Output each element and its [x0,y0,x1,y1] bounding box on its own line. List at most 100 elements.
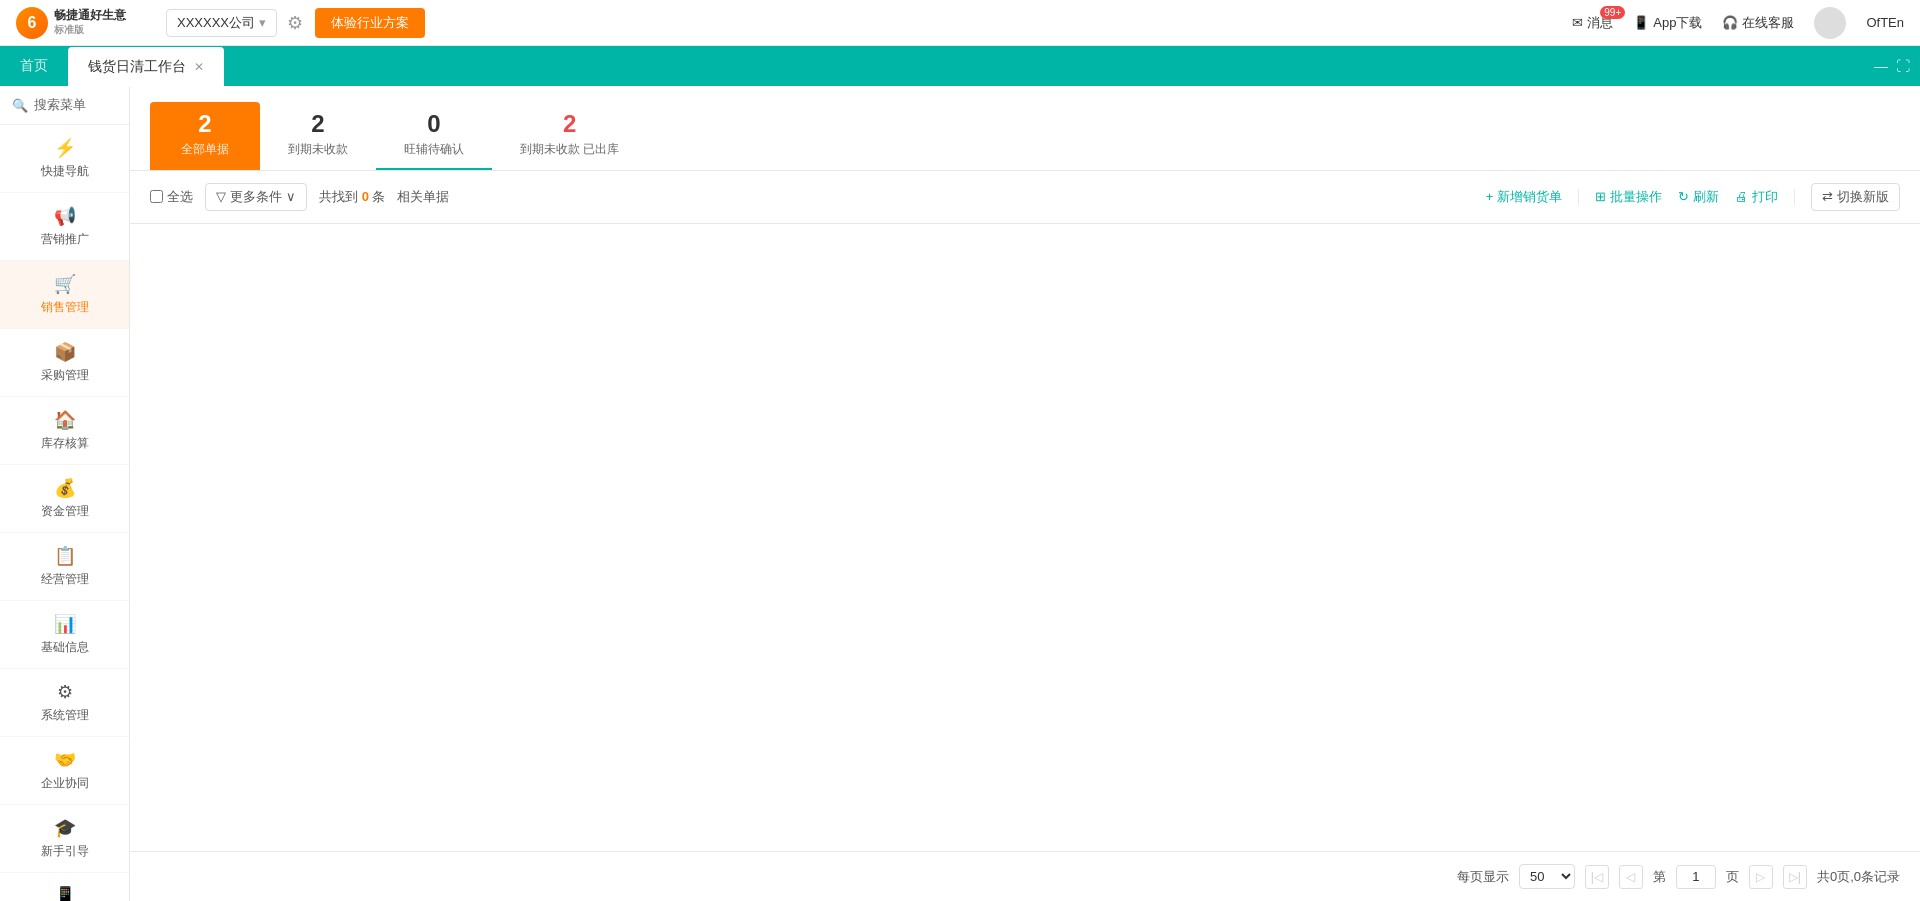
next-page-btn[interactable]: ▷ [1749,865,1773,889]
stats-tab-pending[interactable]: 0 旺辅待确认 [376,102,492,170]
stats-label-overdue: 到期未收款 [288,141,348,158]
select-all-label: 全选 [167,188,193,206]
refresh-label: 刷新 [1693,188,1719,206]
logo: 6 畅捷通好生意 标准版 [16,7,146,39]
headset-icon: 🎧 [1722,15,1738,30]
filter-chevron-icon: ∨ [286,189,296,204]
nav-right-controls: — ⛶ [1874,58,1920,74]
batch-icon: ⊞ [1595,189,1606,204]
print-btn[interactable]: 🖨 打印 [1735,188,1778,206]
last-page-btn[interactable]: ▷| [1783,865,1807,889]
stats-label-pending: 旺辅待确认 [404,141,464,158]
sidebar-item-enterprise[interactable]: 🤝 企业协同 [0,737,129,805]
select-all-checkbox[interactable]: 全选 [150,188,193,206]
table-area [130,224,1920,851]
inventory-icon: 🏠 [54,409,76,431]
company-name: XXXXXX公司 [177,14,255,32]
batch-btn[interactable]: ⊞ 批量操作 [1595,188,1662,206]
industry-btn[interactable]: 体验行业方案 [315,8,425,38]
stats-count-all: 2 [198,110,211,139]
sidebar-item-purchase[interactable]: 📦 采购管理 [0,329,129,397]
prev-page-btn[interactable]: ◁ [1619,865,1643,889]
toolbar-right: + 新增销货单 ⊞ 批量操作 ↻ 刷新 🖨 打印 ⇄ 切换新版 [1486,183,1900,211]
sidebar-item-quick-nav[interactable]: ⚡ 快捷导航 [0,125,129,193]
sidebar-item-guide[interactable]: 🎓 新手引导 [0,805,129,873]
tab-home[interactable]: 首页 [0,46,68,86]
stats-tab-all[interactable]: 2 全部单据 [150,102,260,170]
sidebar: 🔍 搜索菜单 ⚡ 快捷导航 📢 营销推广 🛒 销售管理 📦 采购管理 🏠 库存核… [0,86,130,901]
sidebar-search[interactable]: 🔍 搜索菜单 [0,86,129,125]
app-header: 6 畅捷通好生意 标准版 XXXXXX公司 ▾ ⚙ 体验行业方案 ✉ 消息 99… [0,0,1920,46]
toolbar: 全选 ▽ 更多条件 ∨ 共找到 0 条 相关单据 + 新增销货单 ⊞ [130,171,1920,224]
sidebar-item-marketing[interactable]: 📢 营销推广 [0,193,129,261]
company-selector[interactable]: XXXXXX公司 ▾ [166,9,277,37]
refresh-btn[interactable]: ↻ 刷新 [1678,188,1719,206]
sidebar-label-10: 新手引导 [41,843,89,860]
nav-tabs-bar: 首页 钱货日清工作台 ✕ — ⛶ [0,46,1920,86]
app-download-btn[interactable]: 📱 App下载 [1633,14,1702,32]
sidebar-item-system[interactable]: ⚙ 系统管理 [0,669,129,737]
stats-tabs: 2 全部单据 2 到期未收款 0 旺辅待确认 2 到期未收款 已出库 [130,86,1920,171]
nav-expand-btn[interactable]: ⛶ [1896,58,1910,74]
stats-tab-shipped[interactable]: 2 到期未收款 已出库 [492,102,647,170]
filter-btn[interactable]: ▽ 更多条件 ∨ [205,183,307,211]
found-count: 0 [362,189,369,204]
app-badge: 标准版 [54,23,126,37]
sidebar-item-app-center[interactable]: 📱 应用中心 [0,873,129,901]
page-input[interactable] [1676,865,1716,889]
stats-count-overdue: 2 [311,110,324,139]
sidebar-label-5: 资金管理 [41,503,89,520]
add-btn[interactable]: + 新增销货单 [1486,188,1562,206]
refresh-icon: ↻ [1678,189,1689,204]
message-badge: 99+ [1600,6,1625,19]
switch-label: 切换新版 [1837,188,1889,206]
stats-tab-overdue[interactable]: 2 到期未收款 [260,102,376,170]
logo-icon: 6 [16,7,48,39]
stats-count-shipped: 2 [563,110,576,139]
tab-close-icon[interactable]: ✕ [194,60,204,74]
purchase-icon: 📦 [54,341,76,363]
tab-daily-work[interactable]: 钱货日清工作台 ✕ [68,47,224,87]
sidebar-label-3: 采购管理 [41,367,89,384]
quick-nav-icon: ⚡ [54,137,76,159]
page-suffix: 页 [1726,868,1739,886]
nav-minimize-btn[interactable]: — [1874,58,1888,74]
username[interactable]: OfTEn [1866,15,1904,30]
divider-1 [1578,189,1579,205]
sidebar-item-finance[interactable]: 💰 资金管理 [0,465,129,533]
chevron-down-icon: ▾ [259,15,266,30]
sidebar-label-1: 营销推广 [41,231,89,248]
logo-text-block: 畅捷通好生意 标准版 [54,8,126,36]
per-page-select[interactable]: 50 100 200 [1519,864,1575,889]
sidebar-item-basic-info[interactable]: 📊 基础信息 [0,601,129,669]
app-center-icon: 📱 [54,885,76,901]
stats-count-pending: 0 [427,110,440,139]
system-icon: ⚙ [57,681,73,703]
select-all-input[interactable] [150,190,163,203]
related-link[interactable]: 相关单据 [397,188,449,206]
avatar[interactable] [1814,7,1846,39]
divider-2 [1794,189,1795,205]
switch-version-btn[interactable]: ⇄ 切换新版 [1811,183,1900,211]
sidebar-label-4: 库存核算 [41,435,89,452]
toolbar-left: 全选 ▽ 更多条件 ∨ 共找到 0 条 相关单据 [150,183,449,211]
pagination: 每页显示 50 100 200 |◁ ◁ 第 页 ▷ ▷| 共0页,0条记录 [130,851,1920,901]
message-btn[interactable]: ✉ 消息 99+ [1572,14,1613,32]
sidebar-label-8: 系统管理 [41,707,89,724]
first-page-btn[interactable]: |◁ [1585,865,1609,889]
settings-icon[interactable]: ⚙ [287,12,303,34]
tab-home-label: 首页 [20,57,48,75]
online-service-btn[interactable]: 🎧 在线客服 [1722,14,1794,32]
sidebar-item-sales[interactable]: 🛒 销售管理 [0,261,129,329]
sidebar-label-2: 销售管理 [41,299,89,316]
sidebar-item-inventory[interactable]: 🏠 库存核算 [0,397,129,465]
found-unit: 条 [372,189,385,204]
print-label: 打印 [1752,188,1778,206]
page-total: 共0页,0条记录 [1817,868,1900,886]
batch-label: 批量操作 [1610,188,1662,206]
app-download-icon: 📱 [1633,15,1649,30]
sidebar-search-label: 搜索菜单 [34,96,86,114]
marketing-icon: 📢 [54,205,76,227]
enterprise-icon: 🤝 [54,749,76,771]
sidebar-item-operations[interactable]: 📋 经营管理 [0,533,129,601]
